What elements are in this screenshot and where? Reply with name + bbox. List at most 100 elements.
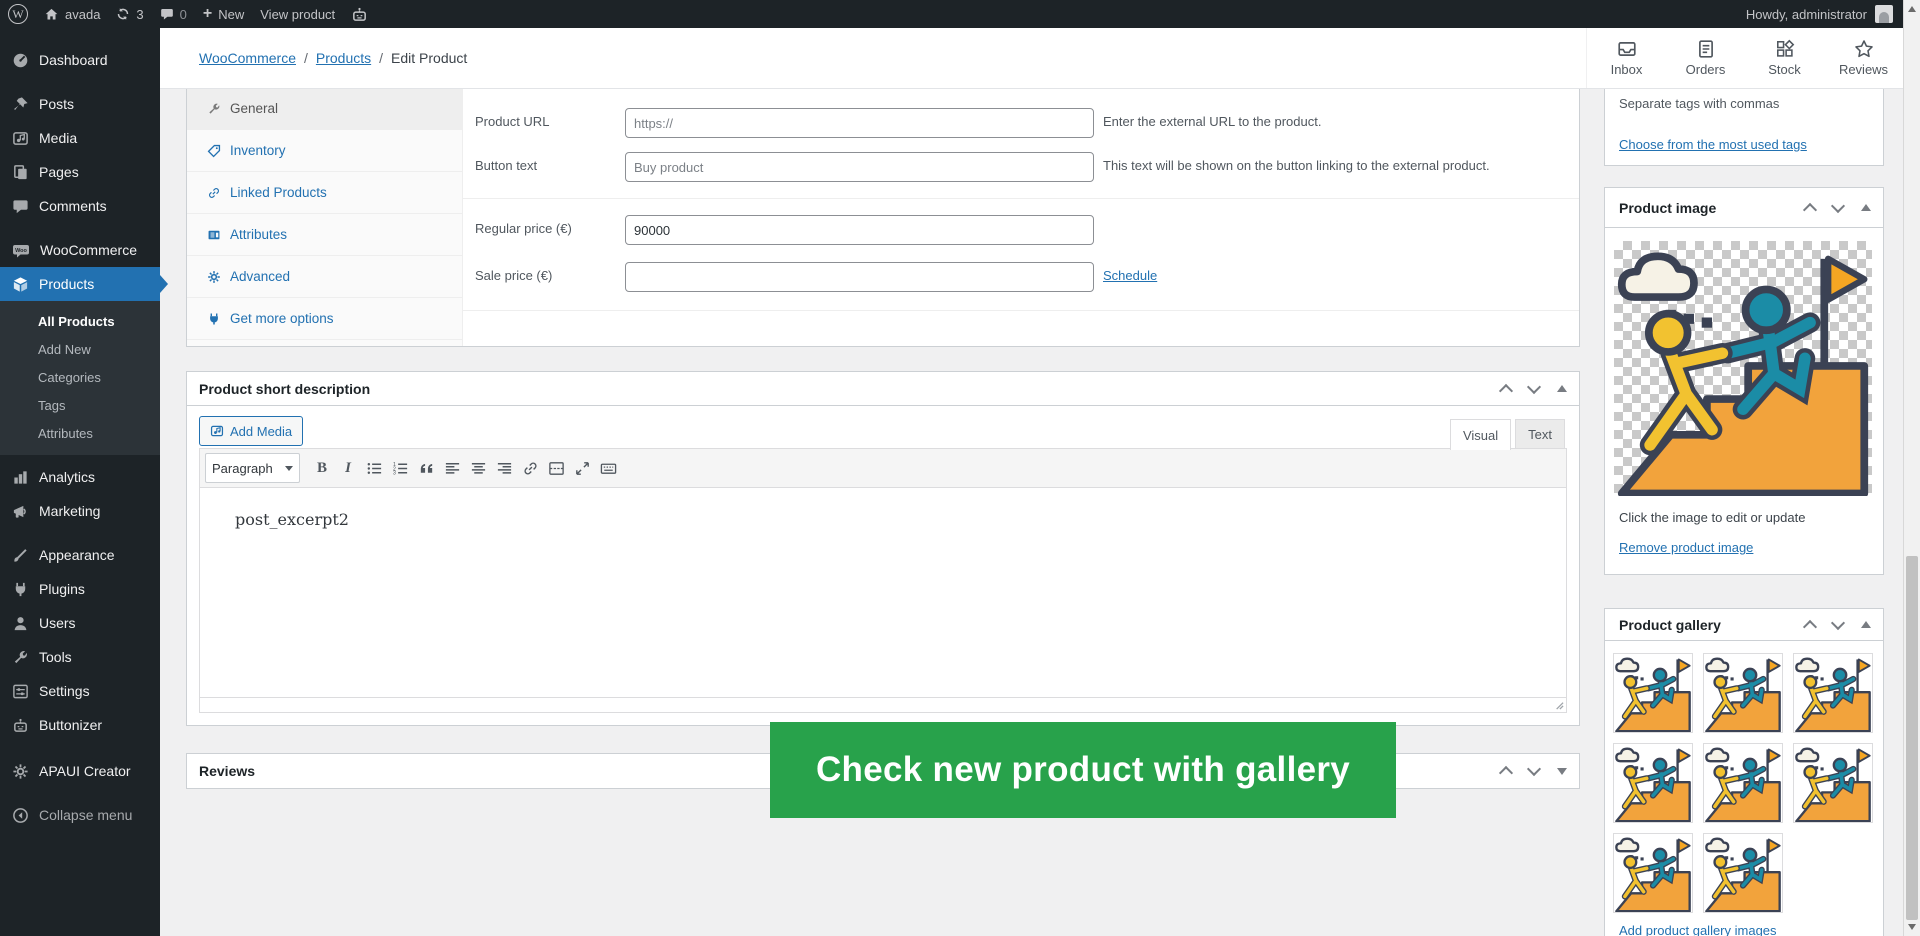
sale-price-input[interactable] xyxy=(625,262,1094,292)
sidebar-item-woocommerce[interactable]: WooCommerce xyxy=(0,233,160,267)
sidebar-label: APAUI Creator xyxy=(39,763,131,779)
site-name-link[interactable]: avada xyxy=(36,0,108,28)
move-up-icon[interactable] xyxy=(1802,202,1818,217)
panel-header[interactable]: Product gallery xyxy=(1605,609,1883,641)
submenu-item-attributes[interactable]: Attributes xyxy=(0,419,160,447)
sidebar-item-pages[interactable]: Pages xyxy=(0,155,160,189)
align-left-button[interactable] xyxy=(440,456,464,480)
tab-advanced[interactable]: Advanced xyxy=(187,256,462,298)
gallery-thumb[interactable] xyxy=(1613,833,1693,913)
sidebar-item-posts[interactable]: Posts xyxy=(0,87,160,121)
gallery-thumb[interactable] xyxy=(1703,833,1783,913)
tab-orders[interactable]: Orders xyxy=(1666,28,1745,88)
paragraph-format-select[interactable]: Paragraph xyxy=(205,453,300,483)
product-url-input[interactable] xyxy=(625,108,1094,138)
blockquote-button[interactable] xyxy=(414,456,438,480)
add-media-button[interactable]: Add Media xyxy=(199,416,304,446)
toggle-panel-icon[interactable] xyxy=(1861,621,1871,628)
fullscreen-button[interactable] xyxy=(570,456,594,480)
scrollbar-thumb[interactable] xyxy=(1906,556,1918,920)
sidebar-item-plugins[interactable]: Plugins xyxy=(0,572,160,606)
gallery-thumb[interactable] xyxy=(1793,743,1873,823)
toggle-panel-icon[interactable] xyxy=(1557,385,1567,392)
bullet-list-button[interactable] xyxy=(362,456,386,480)
tab-text[interactable]: Text xyxy=(1515,419,1565,449)
sidebar-item-users[interactable]: Users xyxy=(0,606,160,640)
gallery-thumb[interactable] xyxy=(1613,653,1693,733)
scroll-down-arrow[interactable] xyxy=(1904,924,1920,930)
regular-price-input[interactable] xyxy=(625,215,1094,245)
sidebar-item-appearance[interactable]: Appearance xyxy=(0,538,160,572)
vertical-scrollbar[interactable] xyxy=(1903,0,1920,936)
tab-stock[interactable]: Stock xyxy=(1745,28,1824,88)
wordpress-menu[interactable]: W xyxy=(0,0,36,28)
sidebar-item-analytics[interactable]: Analytics xyxy=(0,460,160,494)
move-up-icon[interactable] xyxy=(1498,765,1514,781)
submenu-item-categories[interactable]: Categories xyxy=(0,363,160,391)
editor-text[interactable]: post_excerpt2 xyxy=(200,488,1566,529)
gallery-thumb[interactable] xyxy=(1613,743,1693,823)
sidebar-item-marketing[interactable]: Marketing xyxy=(0,494,160,528)
move-up-icon[interactable] xyxy=(1802,619,1818,634)
panel-header[interactable]: Product short description xyxy=(187,372,1579,406)
submenu-item-all-products[interactable]: All Products xyxy=(0,307,160,335)
align-center-button[interactable] xyxy=(466,456,490,480)
read-more-tag-button[interactable] xyxy=(544,456,568,480)
collapse-menu-button[interactable]: Collapse menu xyxy=(0,798,160,832)
insert-link-button[interactable] xyxy=(518,456,542,480)
gallery-thumb[interactable] xyxy=(1793,653,1873,733)
move-down-icon[interactable] xyxy=(1526,761,1542,777)
bold-button[interactable]: B xyxy=(310,456,334,480)
tab-attributes[interactable]: Attributes xyxy=(187,214,462,256)
align-right-button[interactable] xyxy=(492,456,516,480)
toggle-panel-icon[interactable] xyxy=(1557,767,1567,775)
tab-reviews[interactable]: Reviews xyxy=(1824,28,1903,88)
italic-button[interactable]: I xyxy=(336,456,360,480)
sidebar-item-dashboard[interactable]: Dashboard xyxy=(0,43,160,77)
buttonizer-adminbar-item[interactable] xyxy=(343,0,376,28)
scroll-up-arrow[interactable] xyxy=(1904,6,1920,12)
gallery-thumb[interactable] xyxy=(1703,743,1783,823)
breadcrumb-woocommerce-link[interactable]: WooCommerce xyxy=(199,50,296,66)
choose-most-used-tags-link[interactable]: Choose from the most used tags xyxy=(1619,137,1807,152)
tab-inbox[interactable]: Inbox xyxy=(1587,28,1666,88)
avatar[interactable] xyxy=(1875,5,1893,23)
sidebar-item-settings[interactable]: Settings xyxy=(0,674,160,708)
remove-product-image-link[interactable]: Remove product image xyxy=(1619,540,1753,555)
sidebar-item-media[interactable]: Media xyxy=(0,121,160,155)
schedule-link[interactable]: Schedule xyxy=(1103,268,1157,283)
toolbar-toggle-button[interactable] xyxy=(596,456,620,480)
resize-grip-icon[interactable] xyxy=(1553,699,1564,710)
sidebar-item-products[interactable]: Products xyxy=(0,267,160,301)
sidebar-item-tools[interactable]: Tools xyxy=(0,640,160,674)
move-up-icon[interactable] xyxy=(1498,383,1514,398)
editor-content-area[interactable]: post_excerpt2 xyxy=(199,488,1567,713)
tab-get-more-options[interactable]: Get more options xyxy=(187,298,462,340)
updates-link[interactable]: 3 xyxy=(108,0,151,28)
numbered-list-button[interactable] xyxy=(388,456,412,480)
tab-visual[interactable]: Visual xyxy=(1449,419,1512,450)
tab-linked-products[interactable]: Linked Products xyxy=(187,172,462,214)
add-gallery-images-link[interactable]: Add product gallery images xyxy=(1619,923,1777,936)
submenu-item-add-new[interactable]: Add New xyxy=(0,335,160,363)
tab-general[interactable]: General xyxy=(187,88,462,130)
new-content-menu[interactable]: + New xyxy=(195,0,252,28)
sidebar-item-comments[interactable]: Comments xyxy=(0,189,160,223)
move-down-icon[interactable] xyxy=(1526,379,1542,394)
product-image[interactable] xyxy=(1614,241,1872,496)
submenu-item-tags[interactable]: Tags xyxy=(0,391,160,419)
move-down-icon[interactable] xyxy=(1830,615,1846,630)
gallery-thumb[interactable] xyxy=(1703,653,1783,733)
comments-link[interactable]: 0 xyxy=(152,0,195,28)
sidebar-item-buttonizer[interactable]: Buttonizer xyxy=(0,708,160,742)
list-box-icon xyxy=(207,228,221,242)
tab-inventory[interactable]: Inventory xyxy=(187,130,462,172)
view-product-link[interactable]: View product xyxy=(252,0,343,28)
howdy-account-link[interactable]: Howdy, administrator xyxy=(1746,7,1867,22)
button-text-input[interactable] xyxy=(625,152,1094,182)
breadcrumb-products-link[interactable]: Products xyxy=(316,50,371,66)
panel-header[interactable]: Product image xyxy=(1605,188,1883,228)
toggle-panel-icon[interactable] xyxy=(1861,204,1871,211)
sidebar-item-apaui-creator[interactable]: APAUI Creator xyxy=(0,754,160,788)
move-down-icon[interactable] xyxy=(1830,198,1846,213)
